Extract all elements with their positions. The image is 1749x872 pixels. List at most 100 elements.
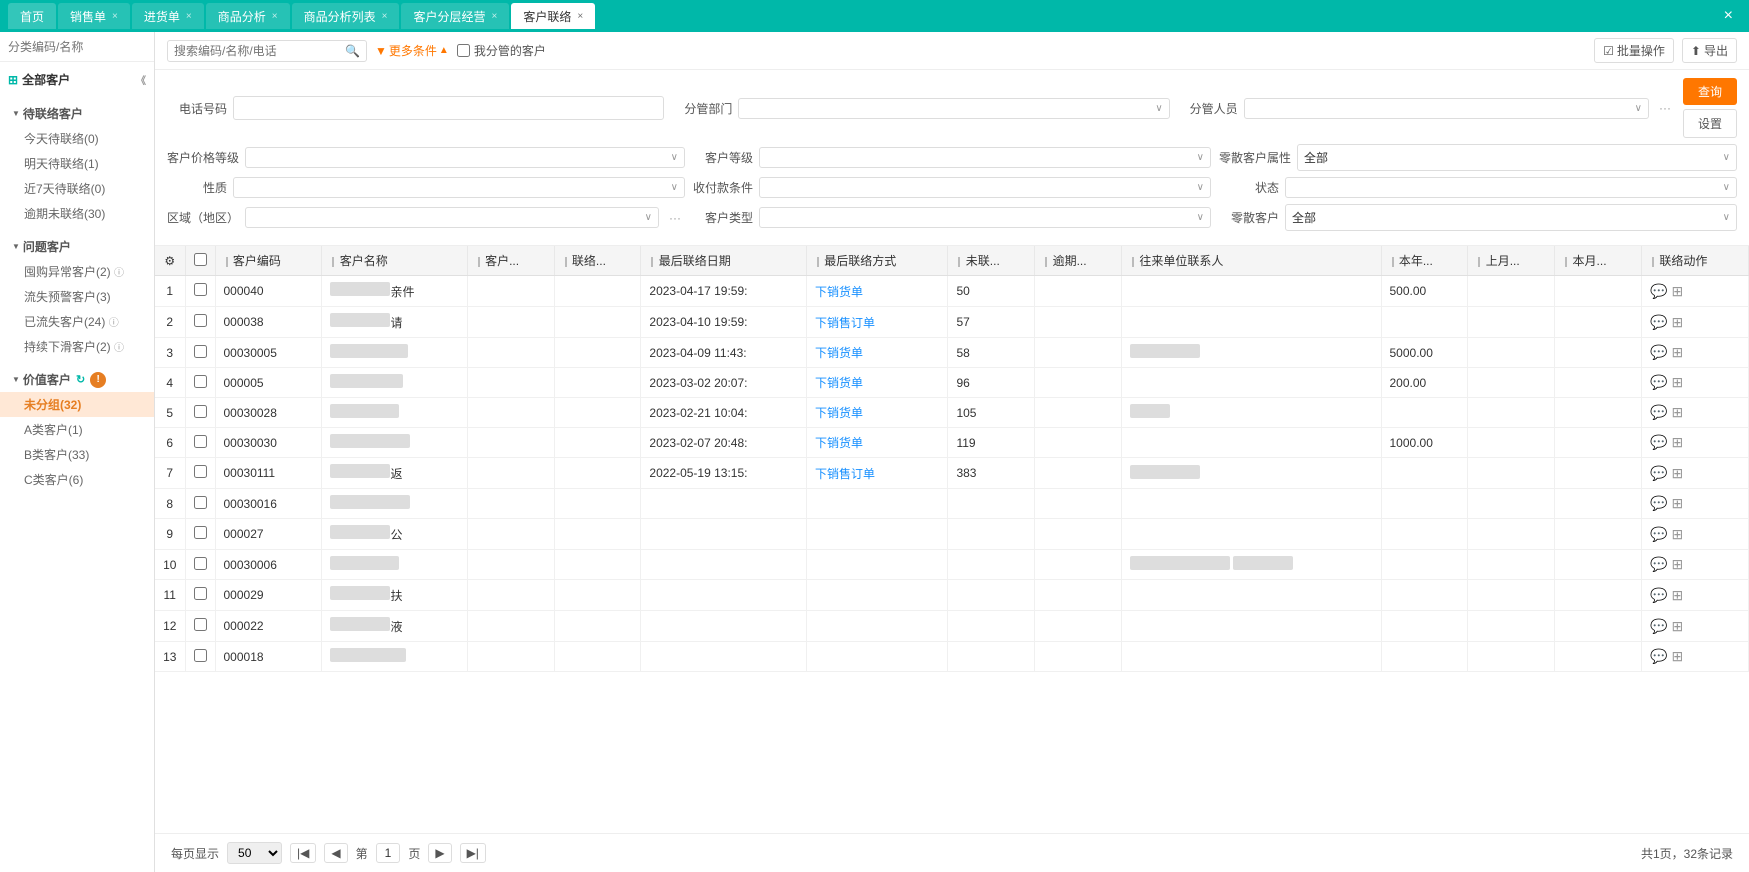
row-select-checkbox[interactable] bbox=[194, 618, 207, 631]
row-select-checkbox[interactable] bbox=[194, 557, 207, 570]
sidebar-item-7days[interactable]: 近7天待联络(0) bbox=[0, 176, 154, 201]
row-select-checkbox[interactable] bbox=[194, 465, 207, 478]
main-search-input[interactable] bbox=[174, 44, 341, 58]
status-select[interactable]: ∨ bbox=[1285, 177, 1737, 198]
sidebar-item-tomorrow[interactable]: 明天待联络(1) bbox=[0, 151, 154, 176]
message-icon[interactable]: 💬 bbox=[1650, 314, 1667, 331]
tab-sales[interactable]: 销售单 × bbox=[58, 3, 130, 29]
main-search-icon[interactable]: 🔍 bbox=[345, 44, 360, 58]
grid-action-icon[interactable]: ⊞ bbox=[1671, 556, 1683, 573]
sidebar-item-churn-warning[interactable]: 流失预警客户(3) bbox=[0, 284, 154, 309]
sidebar-item-c-class[interactable]: C类客户(6) bbox=[0, 467, 154, 492]
row-select-checkbox[interactable] bbox=[194, 375, 207, 388]
contact-method-link[interactable]: 下销货单 bbox=[815, 406, 863, 420]
message-icon[interactable]: 💬 bbox=[1650, 374, 1667, 391]
customer-level-select[interactable]: ∨ bbox=[759, 147, 1211, 168]
close-contact-icon[interactable]: × bbox=[577, 11, 583, 22]
close-sales-icon[interactable]: × bbox=[112, 11, 118, 22]
message-icon[interactable]: 💬 bbox=[1650, 465, 1667, 482]
sidebar-search-input[interactable] bbox=[8, 40, 155, 54]
row-select-checkbox[interactable] bbox=[194, 496, 207, 509]
export-button[interactable]: ⬆ 导出 bbox=[1682, 38, 1737, 63]
message-icon[interactable]: 💬 bbox=[1650, 618, 1667, 635]
select-all-checkbox[interactable] bbox=[194, 253, 207, 266]
batch-ops-button[interactable]: ☑ 批量操作 bbox=[1594, 38, 1674, 63]
contact-method-link[interactable]: 下销售订单 bbox=[815, 467, 875, 481]
window-close-button[interactable]: × bbox=[1716, 7, 1741, 25]
payment-select[interactable]: ∨ bbox=[759, 177, 1211, 198]
message-icon[interactable]: 💬 bbox=[1650, 556, 1667, 573]
first-page-btn[interactable]: |◀ bbox=[290, 843, 316, 863]
grid-action-icon[interactable]: ⊞ bbox=[1671, 374, 1683, 391]
row-select-checkbox[interactable] bbox=[194, 314, 207, 327]
row-select-checkbox[interactable] bbox=[194, 283, 207, 296]
problem-customers-category[interactable]: ▼ 问题客户 bbox=[0, 234, 154, 259]
sidebar-item-churned[interactable]: 已流失客户(24) ⓘ bbox=[0, 309, 154, 334]
settings-icon[interactable]: ⚙ bbox=[164, 254, 175, 268]
grid-action-icon[interactable]: ⊞ bbox=[1671, 283, 1683, 300]
message-icon[interactable]: 💬 bbox=[1650, 648, 1667, 665]
message-icon[interactable]: 💬 bbox=[1650, 283, 1667, 300]
prev-page-btn[interactable]: ◀ bbox=[324, 843, 347, 863]
last-page-btn[interactable]: ▶| bbox=[460, 843, 486, 863]
message-icon[interactable]: 💬 bbox=[1650, 344, 1667, 361]
close-product-analysis-icon[interactable]: × bbox=[272, 11, 278, 22]
tab-home[interactable]: 首页 bbox=[8, 3, 56, 29]
manager-select[interactable]: ∨ bbox=[1244, 98, 1649, 119]
grid-action-icon[interactable]: ⊞ bbox=[1671, 434, 1683, 451]
query-button[interactable]: 查询 bbox=[1683, 78, 1737, 105]
region-dots[interactable]: ··· bbox=[665, 211, 685, 225]
sidebar-item-today[interactable]: 今天待联络(0) bbox=[0, 126, 154, 151]
message-icon[interactable]: 💬 bbox=[1650, 404, 1667, 421]
next-page-btn[interactable]: ▶ bbox=[428, 843, 451, 863]
all-customers-header[interactable]: ⊞ 全部客户 《 bbox=[0, 66, 154, 93]
close-product-list-icon[interactable]: × bbox=[382, 11, 388, 22]
more-conditions-btn[interactable]: ▼ 更多条件 ▲ bbox=[375, 42, 449, 59]
message-icon[interactable]: 💬 bbox=[1650, 495, 1667, 512]
row-select-checkbox[interactable] bbox=[194, 587, 207, 600]
sidebar-item-declining[interactable]: 持续下滑客户(2) ⓘ bbox=[0, 334, 154, 359]
gender-select[interactable]: ∨ bbox=[233, 177, 685, 198]
sidebar-item-ungroup[interactable]: 未分组(32) bbox=[0, 392, 154, 417]
pending-contact-category[interactable]: ▼ 待联络客户 bbox=[0, 101, 154, 126]
tab-purchase[interactable]: 进货单 × bbox=[132, 3, 204, 29]
row-select-checkbox[interactable] bbox=[194, 405, 207, 418]
row-select-checkbox[interactable] bbox=[194, 649, 207, 662]
customer-type-select[interactable]: ∨ bbox=[759, 207, 1211, 228]
grid-action-icon[interactable]: ⊞ bbox=[1671, 648, 1683, 665]
dept-select[interactable]: ∨ bbox=[738, 98, 1169, 119]
per-page-select[interactable]: 50 100 bbox=[227, 842, 282, 864]
contact-method-link[interactable]: 下销货单 bbox=[815, 346, 863, 360]
retail-attr-select[interactable]: 全部 ∨ bbox=[1297, 144, 1737, 171]
grid-action-icon[interactable]: ⊞ bbox=[1671, 344, 1683, 361]
price-level-select[interactable]: ∨ bbox=[245, 147, 685, 168]
retail-customer-select[interactable]: 全部 ∨ bbox=[1285, 204, 1737, 231]
close-purchase-icon[interactable]: × bbox=[186, 11, 192, 22]
row-select-checkbox[interactable] bbox=[194, 435, 207, 448]
close-segmentation-icon[interactable]: × bbox=[491, 11, 497, 22]
message-icon[interactable]: 💬 bbox=[1650, 587, 1667, 604]
sidebar-item-hoarding[interactable]: 囤购异常客户(2) ⓘ bbox=[0, 259, 154, 284]
phone-input[interactable] bbox=[233, 96, 664, 120]
reset-button[interactable]: 设置 bbox=[1683, 109, 1737, 138]
contact-method-link[interactable]: 下销货单 bbox=[815, 285, 863, 299]
tab-customer-contact[interactable]: 客户联络 × bbox=[511, 3, 595, 29]
value-customers-category[interactable]: ▼ 价值客户 ↻ ! bbox=[0, 367, 154, 392]
grid-action-icon[interactable]: ⊞ bbox=[1671, 526, 1683, 543]
grid-action-icon[interactable]: ⊞ bbox=[1671, 465, 1683, 482]
contact-method-link[interactable]: 下销货单 bbox=[815, 376, 863, 390]
contact-method-link[interactable]: 下销货单 bbox=[815, 436, 863, 450]
grid-action-icon[interactable]: ⊞ bbox=[1671, 404, 1683, 421]
my-customers-check[interactable] bbox=[457, 44, 470, 57]
sidebar-item-b-class[interactable]: B类客户(33) bbox=[0, 442, 154, 467]
row-select-checkbox[interactable] bbox=[194, 345, 207, 358]
row-select-checkbox[interactable] bbox=[194, 526, 207, 539]
sidebar-item-a-class[interactable]: A类客户(1) bbox=[0, 417, 154, 442]
sidebar-item-overdue[interactable]: 逾期未联络(30) bbox=[0, 201, 154, 226]
col-settings[interactable]: ⚙ bbox=[155, 246, 185, 276]
grid-action-icon[interactable]: ⊞ bbox=[1671, 587, 1683, 604]
contact-method-link[interactable]: 下销售订单 bbox=[815, 316, 875, 330]
region-select[interactable]: ∨ bbox=[245, 207, 659, 228]
message-icon[interactable]: 💬 bbox=[1650, 434, 1667, 451]
tab-customer-segmentation[interactable]: 客户分层经营 × bbox=[401, 3, 509, 29]
